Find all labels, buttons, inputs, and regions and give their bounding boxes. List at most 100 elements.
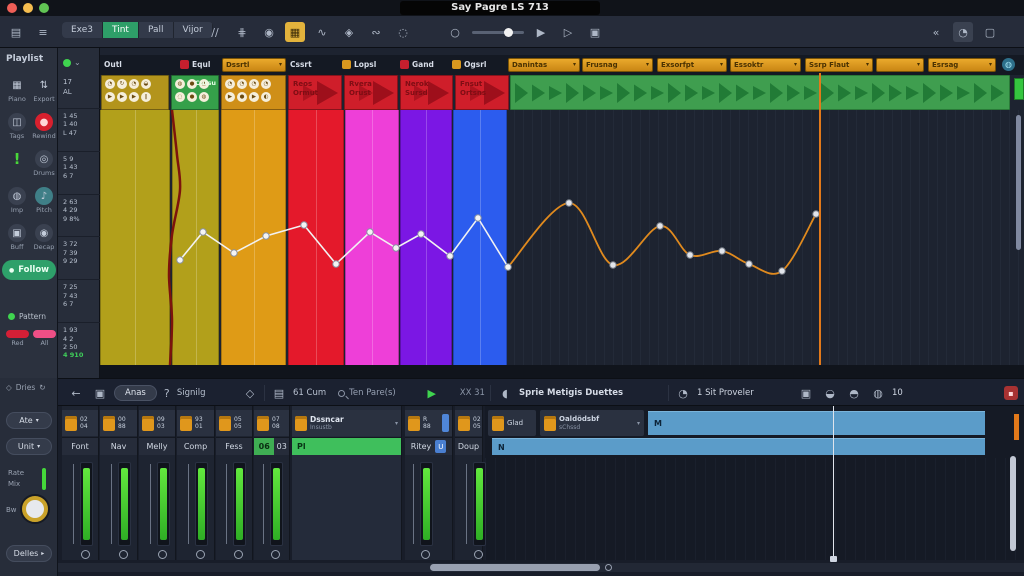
import-tool[interactable]: ◍ Imp [4, 187, 30, 214]
copy-icon[interactable]: ▢ [980, 22, 1000, 42]
clip-mini-icon[interactable]: ◐ [261, 92, 271, 102]
frame-icon[interactable]: ▣ [796, 383, 816, 403]
pattern-clip[interactable]: Nerok Sursd [400, 75, 453, 110]
clip-mini-icon[interactable]: ‖ [141, 92, 151, 102]
brush-tool-icon[interactable]: ◈ [339, 22, 359, 42]
back-arrow-icon[interactable]: ← [66, 383, 86, 403]
slice-tool-icon[interactable]: ⋕ [232, 22, 252, 42]
level-meter[interactable] [118, 462, 131, 546]
strip-name[interactable]: Doup [455, 437, 482, 455]
clip-label[interactable]: Cssrt [290, 57, 338, 72]
minimize-window-button[interactable] [23, 3, 33, 13]
track-row[interactable]: 3 72 7 39 9 29 [58, 236, 100, 279]
rack-chip-glad[interactable]: Glad [488, 410, 536, 436]
delles-button[interactable]: Delles ▸ [6, 545, 52, 562]
strip-name[interactable]: Fess [216, 437, 252, 455]
clip-mini-icon[interactable]: ◒ [141, 79, 151, 89]
play-icon[interactable]: ▶ [531, 22, 551, 42]
automation-curves[interactable] [100, 110, 1024, 365]
pin-icon[interactable]: ◓ [844, 383, 864, 403]
strip-name[interactable]: Ritey U [405, 437, 452, 455]
drums-tool[interactable]: ◎ Drums [31, 150, 57, 177]
pan-knob[interactable] [119, 550, 128, 559]
search-icon[interactable] [338, 389, 346, 397]
export-tool[interactable]: ⇅ Export [31, 76, 57, 103]
strip-header[interactable]: 02 05 [455, 410, 482, 436]
draw-tool-icon[interactable]: ∕∕ [205, 22, 225, 42]
clip-mini-icon[interactable]: ● [237, 92, 247, 102]
phase-icon[interactable]: ◒ [820, 383, 840, 403]
strip-header[interactable]: Dssncar Insustb ▾ [292, 410, 401, 436]
plugin-slot-n[interactable]: N [492, 438, 985, 455]
loop-tool-icon[interactable]: ◌ [393, 22, 413, 42]
clip-mini-icon[interactable]: ◔ [261, 79, 271, 89]
clip-mini-icon[interactable]: ▶ [129, 92, 139, 102]
strip-header[interactable]: 05 05 [216, 410, 252, 436]
panel-menu-icon[interactable]: ▤ [6, 22, 26, 42]
view-button[interactable]: Exe3 [62, 22, 103, 38]
hand-tool-icon[interactable]: ◉ [259, 22, 279, 42]
search-label[interactable]: Ten Pare(s) [349, 388, 396, 398]
fader-track[interactable] [263, 464, 264, 544]
fader-track[interactable] [466, 464, 467, 544]
level-meter[interactable] [80, 462, 93, 546]
clip-label[interactable]: Equl [180, 57, 224, 72]
audio-clip[interactable] [510, 75, 1010, 110]
color-swatch[interactable]: All [33, 330, 56, 347]
strip-name[interactable]: Font [62, 437, 98, 455]
tags-tool[interactable]: ◫ Tags [4, 113, 30, 140]
maximize-window-button[interactable] [39, 3, 49, 13]
clip-label[interactable]: Ogsrl [452, 57, 506, 72]
clip-mini-icon[interactable]: ◍ [175, 79, 185, 89]
fader-track[interactable] [73, 464, 74, 544]
window-icon[interactable]: ▣ [90, 383, 110, 403]
track-row[interactable]: 1 45 1 40 L 47 [58, 108, 100, 151]
clip-mini-icon[interactable]: ◔ [105, 79, 115, 89]
buffer-tool[interactable]: ▣ Buff [4, 224, 30, 251]
pan-knob[interactable] [81, 550, 90, 559]
strip-toggle[interactable] [442, 414, 449, 432]
pattern-clip[interactable]: Fnsut Ortsns [455, 75, 509, 110]
pattern-clip[interactable]: ◔ ◔ ◔ ◔ ▶ ● ▶ ◐ [221, 75, 286, 110]
strip-header[interactable]: 93 01 [177, 410, 214, 436]
clip-mini-icon[interactable]: ◔ [129, 79, 139, 89]
chevron-down-icon[interactable]: ⌄ [74, 58, 81, 67]
mixer-split-line[interactable] [833, 406, 834, 558]
pan-knob[interactable] [421, 550, 430, 559]
pan-knob[interactable] [234, 550, 243, 559]
track-header-cell[interactable]: ⌄ [63, 58, 81, 67]
strip-name[interactable]: Nav [100, 437, 137, 455]
clip-mini-icon[interactable]: ▶ [249, 92, 259, 102]
color-swatch[interactable]: Red [6, 330, 29, 347]
scrollbar-knob[interactable] [605, 564, 612, 571]
clip-fragment-green[interactable] [1014, 78, 1024, 100]
clip-label[interactable]: Outl [104, 57, 164, 72]
play-mini-icon[interactable]: ▶ [422, 383, 442, 403]
level-meter[interactable] [420, 462, 433, 546]
piano-tool[interactable]: ▦ Piano [4, 76, 30, 103]
strip-chip[interactable]: U [435, 440, 447, 453]
track-row[interactable]: 1 93 4 22 50 4 910 [58, 322, 100, 365]
mixer-horizontal-scrollbar[interactable] [58, 563, 1024, 572]
level-meter[interactable] [195, 462, 208, 546]
fader-track[interactable] [188, 464, 189, 544]
pattern-dropdown[interactable]: Esrsag ▾ [928, 57, 996, 72]
clip-mini-icon[interactable]: ● [187, 92, 197, 102]
pattern-dropdown[interactable]: Exsorfpt ▾ [657, 57, 727, 72]
pattern-clip[interactable]: Rvera Orust [344, 75, 398, 110]
track-row[interactable]: 2 63 4 29 9 8% [58, 193, 100, 237]
slider-handle[interactable] [504, 27, 514, 37]
decap-tool[interactable]: ◉ Decap [31, 224, 57, 251]
play-secondary-icon[interactable]: ▷ [558, 22, 578, 42]
split-line-handle[interactable] [830, 556, 837, 562]
level-meter[interactable] [270, 462, 283, 546]
clip-mini-icon[interactable]: ◌ [175, 92, 185, 102]
clip-mini-icon[interactable]: ▶ [105, 92, 115, 102]
record-tool[interactable]: ● Rewind [31, 113, 57, 140]
strip-header[interactable]: 07 08 [254, 410, 289, 436]
track-row[interactable]: 5 91 43 6 7 [58, 150, 100, 194]
pan-knob[interactable] [271, 550, 280, 559]
clip-mini-icon[interactable]: ▶ [117, 92, 127, 102]
pattern-dropdown[interactable]: ▾ [876, 57, 924, 72]
scrollbar-thumb[interactable] [430, 564, 600, 571]
